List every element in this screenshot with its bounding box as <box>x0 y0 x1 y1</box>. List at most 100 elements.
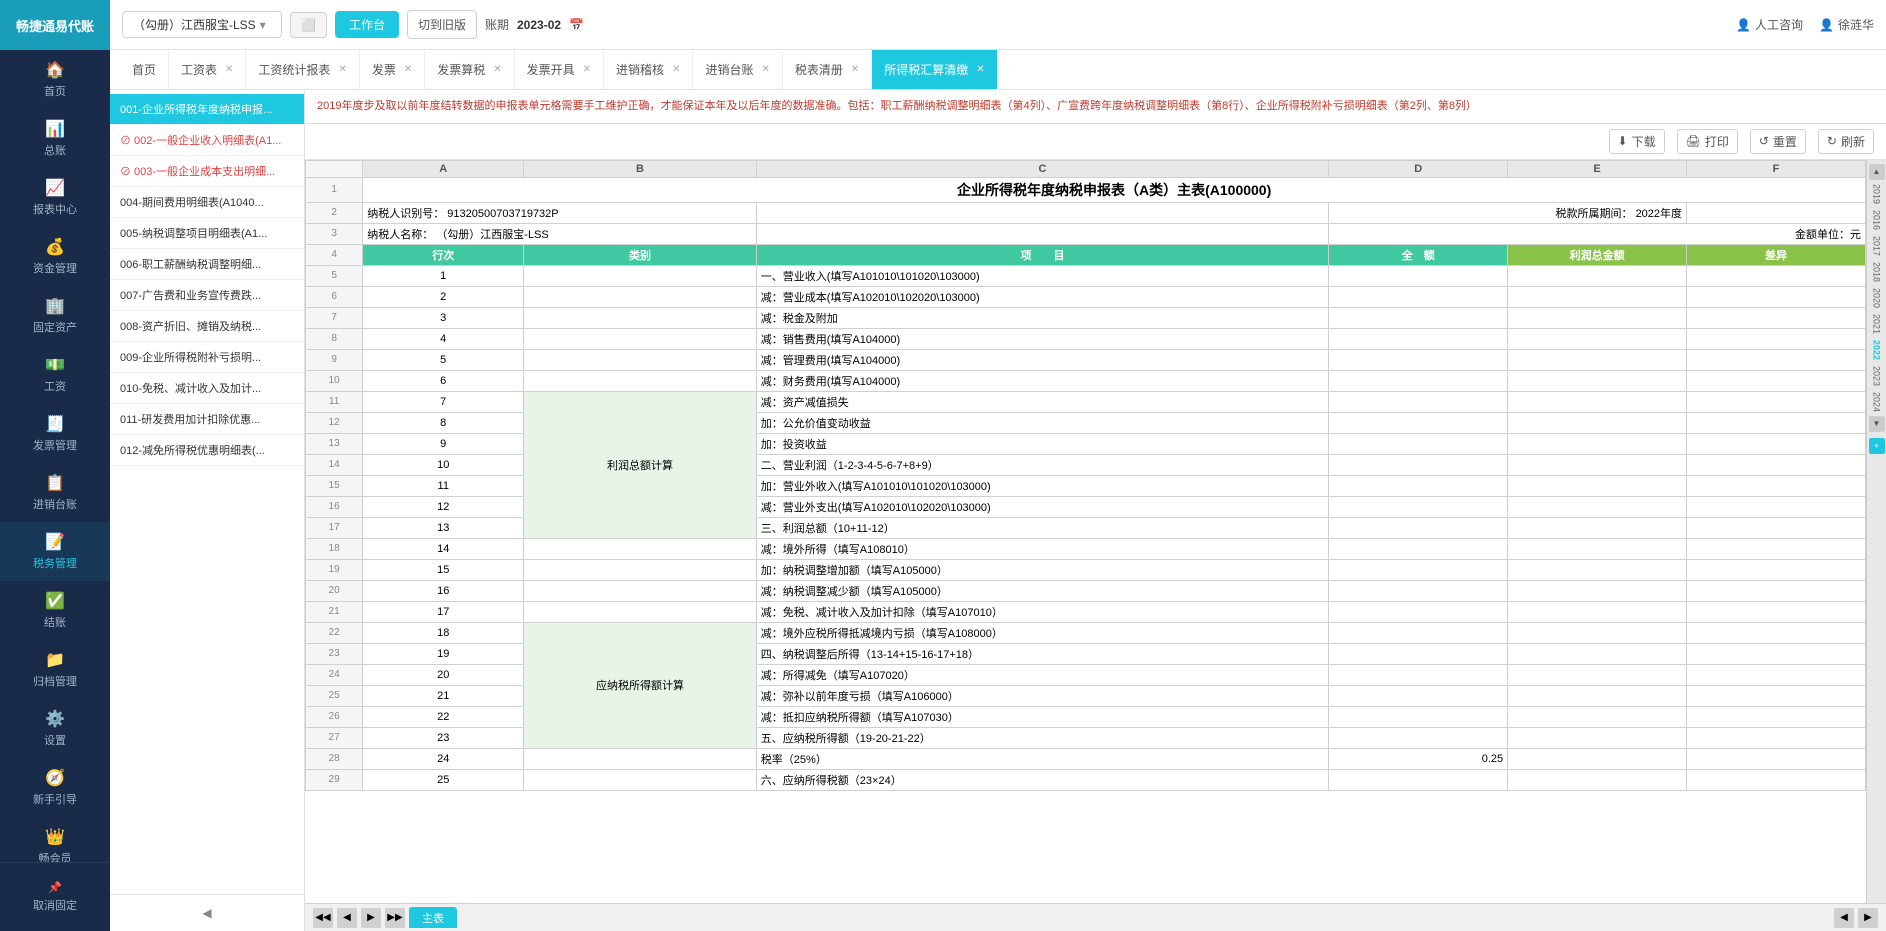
year-2020[interactable]: 2020 <box>1872 286 1882 310</box>
year-2022[interactable]: 2022 <box>1872 338 1882 362</box>
left-item-010[interactable]: 010-免税、减计收入及加计... <box>110 373 304 404</box>
left-item-008[interactable]: 008-资产折旧、摊销及纳税... <box>110 311 304 342</box>
table-row: 1 企业所得税年度纳税申报表（A类）主表(A100000) <box>306 177 1866 202</box>
scroll-right-button[interactable]: ▶ <box>1858 908 1878 928</box>
download-button[interactable]: ⬇ 下载 <box>1609 129 1665 154</box>
collapse-button[interactable]: ◀ <box>197 903 217 923</box>
tab-tax-list-label: 税表清册 <box>795 61 843 78</box>
left-item-011[interactable]: 011-研发费用加计扣除优惠... <box>110 404 304 435</box>
close-icon[interactable]: ✕ <box>338 64 346 75</box>
tab-tax-list[interactable]: 税表清册 ✕ <box>783 50 872 90</box>
sheet-nav-right-button[interactable]: ▶▶ <box>385 908 405 928</box>
sidebar-item-settings[interactable]: ⚙️ 设置 <box>0 699 110 758</box>
tab-sales-check[interactable]: 进销稽核 ✕ <box>604 50 693 90</box>
row-number: 23 <box>306 643 363 664</box>
sidebar-item-home[interactable]: 🏠 首页 <box>0 50 110 109</box>
amount-cell <box>1329 349 1508 370</box>
tab-payroll-report[interactable]: 工资统计报表 ✕ <box>246 50 359 90</box>
sheet-nav-next-button[interactable]: ▶ <box>361 908 381 928</box>
left-item-002[interactable]: ⊘ 002-一般企业收入明细表(A1... <box>110 125 304 156</box>
refresh-button[interactable]: ↻ 刷新 <box>1818 129 1874 154</box>
row-number: 3 <box>306 223 363 244</box>
sheet-tab-main[interactable]: 主表 <box>409 907 457 928</box>
table-row: 21 17 减：免税、减计收入及加计扣除（填写A107010） <box>306 601 1866 622</box>
sidebar-item-guide[interactable]: 🧭 新手引导 <box>0 758 110 817</box>
year-2021[interactable]: 2021 <box>1872 312 1882 336</box>
close-icon[interactable]: ✕ <box>672 64 680 75</box>
close-icon[interactable]: ✕ <box>851 64 859 75</box>
print-button[interactable]: 🖨 打印 <box>1677 129 1738 154</box>
left-item-005[interactable]: 005-纳税调整项目明细表(A1... <box>110 218 304 249</box>
row-number: 7 <box>306 307 363 328</box>
close-icon[interactable]: ✕ <box>761 64 769 75</box>
scroll-left-button[interactable]: ◀ <box>1834 908 1854 928</box>
sidebar-item-member[interactable]: 👑 畅会员 <box>0 817 110 862</box>
tab-invoice[interactable]: 发票 ✕ <box>360 50 425 90</box>
year-2018[interactable]: 2018 <box>1872 260 1882 284</box>
sheet-nav-left-button[interactable]: ◀◀ <box>313 908 333 928</box>
col-b-header: B <box>524 160 757 177</box>
year-2016[interactable]: 2016 <box>1872 208 1882 232</box>
tab-sales-ledger[interactable]: 进销台账 ✕ <box>693 50 782 90</box>
sheet-nav-prev-button[interactable]: ◀ <box>337 908 357 928</box>
item-cell: 减：营业外支出(填写A102010\102020\103000) <box>756 496 1328 517</box>
sidebar-item-archive[interactable]: 📁 归档管理 <box>0 640 110 699</box>
tab-payroll[interactable]: 工资表 ✕ <box>169 50 246 90</box>
close-icon[interactable]: ✕ <box>493 64 501 75</box>
tab-home[interactable]: 首页 <box>120 50 169 90</box>
year-2017[interactable]: 2017 <box>1872 234 1882 258</box>
consult-button[interactable]: 👤 人工咨询 <box>1736 16 1803 33</box>
close-icon[interactable]: ✕ <box>225 64 233 75</box>
tax-id-cell: 纳税人识别号： 91320500703719732P <box>363 202 757 223</box>
tab-tax-calc[interactable]: 所得税汇算清缴 ✕ <box>872 50 997 90</box>
scroll-up-button[interactable]: ▲ <box>1869 164 1885 180</box>
calendar-icon[interactable]: 📅 <box>569 18 584 32</box>
year-2024[interactable]: 2024 <box>1872 390 1882 414</box>
pin-button[interactable]: 📌 取消固定 <box>0 873 110 921</box>
reset-button[interactable]: ↺ 重置 <box>1750 129 1806 154</box>
tab-invoice-tax[interactable]: 发票算税 ✕ <box>425 50 514 90</box>
left-item-001[interactable]: 001-企业所得税年度纳税申报... <box>110 94 304 125</box>
sidebar-item-fund[interactable]: 💰 资金管理 <box>0 227 110 286</box>
sidebar-item-label: 固定资产 <box>33 319 77 335</box>
scroll-down-button[interactable]: ▼ <box>1869 416 1885 432</box>
sidebar-item-invoice[interactable]: 🧾 发票管理 <box>0 404 110 463</box>
left-item-006[interactable]: 006-职工薪酬纳税调整明细... <box>110 249 304 280</box>
left-item-012[interactable]: 012-减免所得税优惠明细表(... <box>110 435 304 466</box>
left-item-007[interactable]: 007-广告费和业务宣传费跌... <box>110 280 304 311</box>
left-item-003[interactable]: ⊘ 003-一般企业成本支出明细... <box>110 156 304 187</box>
sidebar-item-payroll[interactable]: 💵 工资 <box>0 345 110 404</box>
add-year-button[interactable]: + <box>1869 438 1885 454</box>
table-row: 18 14 减：境外所得（填写A108010） <box>306 538 1866 559</box>
workbench-button[interactable]: 工作台 <box>335 11 399 38</box>
sidebar-item-close[interactable]: ✅ 结账 <box>0 581 110 640</box>
chevron-down-icon: ▾ <box>260 18 266 32</box>
year-2023[interactable]: 2023 <box>1872 364 1882 388</box>
left-item-009[interactable]: 009-企业所得税附补亏损明... <box>110 342 304 373</box>
close-icon[interactable]: ✕ <box>404 64 412 75</box>
company-selector[interactable]: （勾册）江西服宝-LSS ▾ <box>122 11 282 38</box>
user-menu[interactable]: 👤 徐涟华 <box>1819 16 1874 33</box>
line-num: 10 <box>363 454 524 475</box>
table-row: 10 6 减：财务费用(填写A104000) <box>306 370 1866 391</box>
diff-cell <box>1687 622 1866 643</box>
copy-button[interactable]: ⬜ <box>290 12 327 38</box>
nav-tabs: 首页 工资表 ✕ 工资统计报表 ✕ 发票 ✕ 发票算税 ✕ 发票开具 ✕ 进销稽… <box>110 50 1886 90</box>
year-2019[interactable]: 2019 <box>1872 182 1882 206</box>
profit-cell <box>1508 286 1687 307</box>
tab-invoice-open[interactable]: 发票开具 ✕ <box>515 50 604 90</box>
sidebar-item-assets[interactable]: 🏢 固定资产 <box>0 286 110 345</box>
period-label: 账期 <box>485 16 509 33</box>
sidebar-item-ledger[interactable]: 📊 总账 <box>0 109 110 168</box>
amount-cell <box>1329 559 1508 580</box>
close-icon[interactable]: ✕ <box>583 64 591 75</box>
sidebar-item-report[interactable]: 📈 报表中心 <box>0 168 110 227</box>
close-icon[interactable]: ✕ <box>976 64 984 75</box>
table-row: 2 纳税人识别号： 91320500703719732P 税款所属期间： 202… <box>306 202 1866 223</box>
left-item-004[interactable]: 004-期间费用明细表(A1040... <box>110 187 304 218</box>
switch-button[interactable]: 切到旧版 <box>407 10 477 39</box>
sidebar-item-tax[interactable]: 📝 税务管理 <box>0 522 110 581</box>
sidebar-item-sales[interactable]: 📋 进销台账 <box>0 463 110 522</box>
table-row: 5 1 一、营业收入(填写A101010\101020\103000) <box>306 265 1866 286</box>
sheet-main[interactable]: A B C D E F 1 企业所 <box>305 160 1866 904</box>
